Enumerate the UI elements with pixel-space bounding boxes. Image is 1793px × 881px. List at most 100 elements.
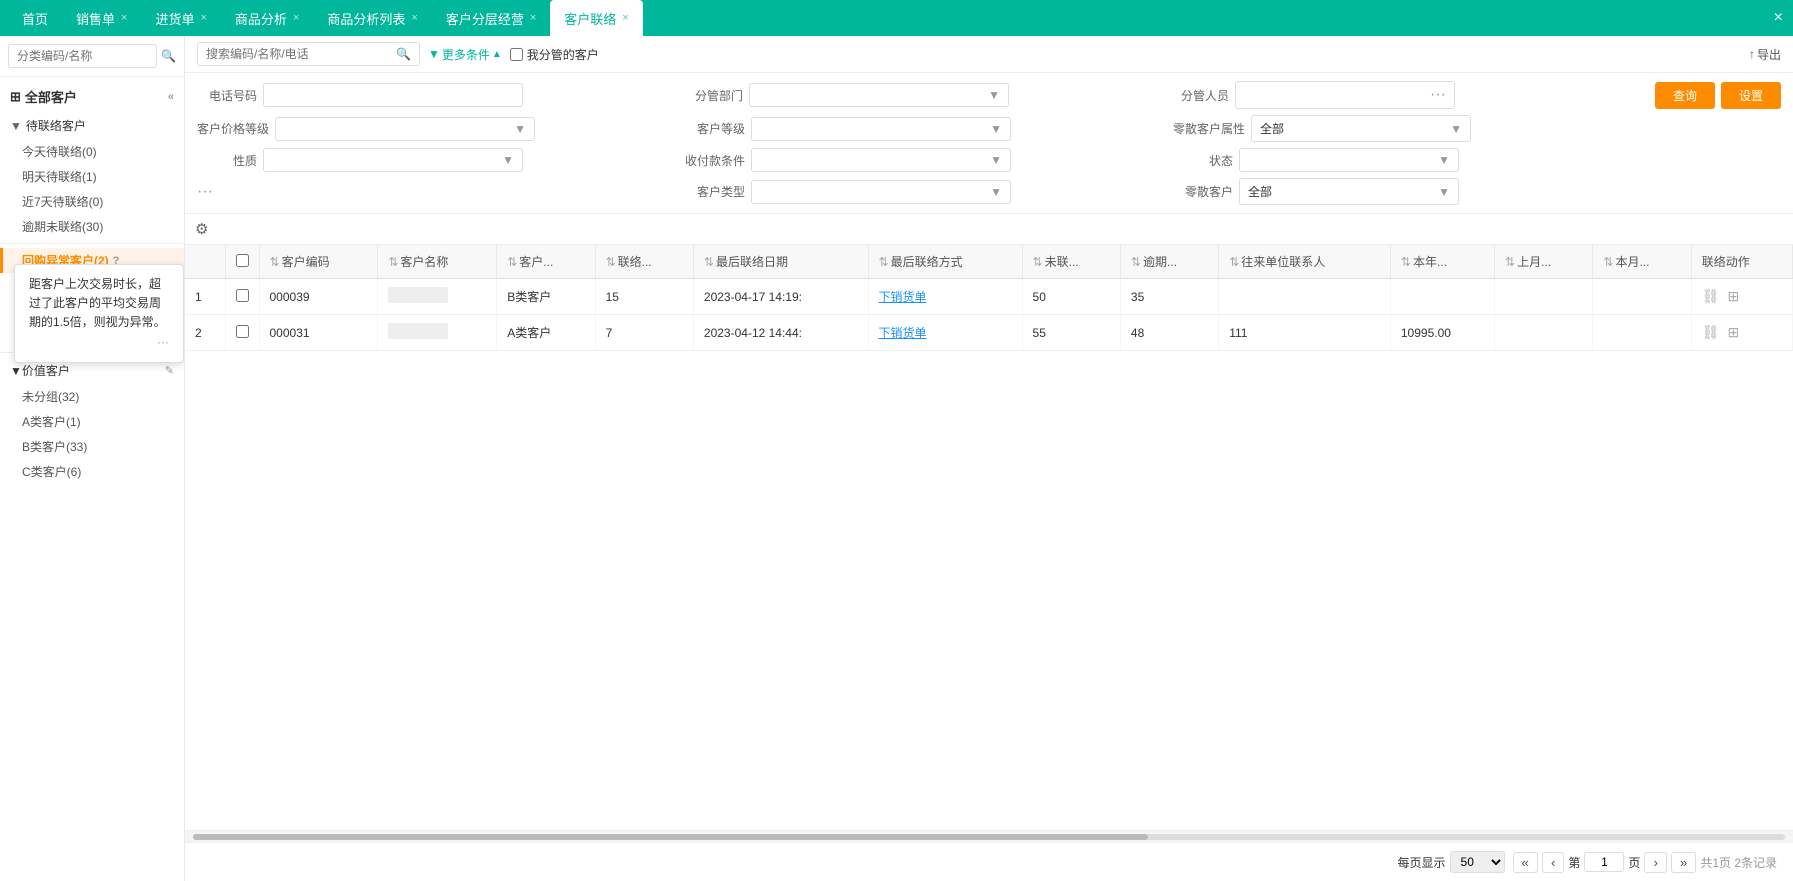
- arrow-down-icon-2: ▼: [10, 364, 22, 378]
- sidebar-item-a-customers[interactable]: A类客户(1): [0, 409, 184, 434]
- export-icon: ↑: [1749, 47, 1755, 61]
- scattered-attr-select[interactable]: 全部 ▼: [1251, 115, 1471, 142]
- my-customers-checkbox[interactable]: 我分管的客户: [510, 46, 599, 63]
- nav-customer-contact[interactable]: 客户联络 ×: [550, 0, 642, 36]
- cell-last-contact-method[interactable]: 下销货单: [868, 315, 1022, 351]
- sort-contacts-icon: ⇅: [1229, 255, 1239, 269]
- scattered-select[interactable]: 全部 ▼: [1239, 178, 1459, 205]
- action-link-icon[interactable]: ⛓: [1702, 324, 1720, 341]
- table-settings-gear-icon[interactable]: ⚙: [195, 220, 208, 238]
- sidebar-item-today-pending[interactable]: 今天待联络(0): [0, 139, 184, 164]
- col-current-month[interactable]: ⇅本月...: [1593, 245, 1691, 279]
- nav-sales-order[interactable]: 销售单 ×: [62, 0, 141, 36]
- status-select[interactable]: ▼: [1239, 148, 1459, 172]
- col-actions: 联络动作: [1691, 245, 1792, 279]
- nav-product-analysis[interactable]: 商品分析 ×: [221, 0, 313, 36]
- query-button[interactable]: 查询: [1655, 82, 1715, 109]
- nav-close-product-analysis-list[interactable]: ×: [411, 12, 417, 24]
- search-input[interactable]: [206, 47, 396, 61]
- nav-product-analysis-list[interactable]: 商品分析列表 ×: [313, 0, 431, 36]
- payment-select[interactable]: ▼: [751, 148, 1011, 172]
- row-checkbox-1[interactable]: [236, 325, 249, 338]
- sort-current-month-icon: ⇅: [1603, 255, 1613, 269]
- manager-dots-icon[interactable]: ···: [1430, 86, 1446, 104]
- scroll-thumb[interactable]: [193, 834, 1148, 840]
- manager-select[interactable]: ···: [1235, 81, 1455, 109]
- window-close-button[interactable]: ×: [1774, 9, 1783, 27]
- sidebar-item-7days-pending[interactable]: 近7天待联络(0): [0, 189, 184, 214]
- value-section-edit-icon[interactable]: ✎: [165, 364, 174, 377]
- settings-button[interactable]: 设置: [1721, 82, 1781, 109]
- col-no-contact-days[interactable]: ⇅未联...: [1022, 245, 1120, 279]
- customer-level-select[interactable]: ▼: [751, 117, 1011, 141]
- row-checkbox-0[interactable]: [236, 289, 249, 302]
- col-category[interactable]: ⇅客户...: [497, 245, 595, 279]
- col-contact-count[interactable]: ⇅联络...: [595, 245, 693, 279]
- col-last-contact-method[interactable]: ⇅最后联络方式: [868, 245, 1022, 279]
- export-button[interactable]: ↑ 导出: [1749, 46, 1781, 63]
- sidebar-item-c-customers[interactable]: C类客户(6): [0, 459, 184, 484]
- col-last-contact-date[interactable]: ⇅最后联络日期: [693, 245, 868, 279]
- customer-type-select[interactable]: ▼: [751, 180, 1011, 204]
- sidebar-item-overdue-pending[interactable]: 逾期未联络(30): [0, 214, 184, 239]
- sidebar-item-b-customers[interactable]: B类客户(33): [0, 434, 184, 459]
- nature-select[interactable]: ▼: [263, 148, 523, 172]
- more-conditions-button[interactable]: ▼ 更多条件 ▲: [428, 46, 502, 63]
- first-page-button[interactable]: «: [1513, 852, 1538, 873]
- col-checkbox: [225, 245, 259, 279]
- sidebar-search-icon[interactable]: 🔍: [161, 49, 176, 63]
- dept-select[interactable]: ▼: [749, 83, 1009, 107]
- search-icon[interactable]: 🔍: [396, 47, 411, 61]
- col-contacts[interactable]: ⇅往来单位联系人: [1219, 245, 1391, 279]
- per-page-select[interactable]: 50 20 100: [1450, 851, 1505, 873]
- sidebar-item-tomorrow-pending[interactable]: 明天待联络(1): [0, 164, 184, 189]
- sort-contact-count-icon: ⇅: [606, 255, 616, 269]
- nav-customer-tier[interactable]: 客户分层经营 ×: [432, 0, 550, 36]
- last-page-button[interactable]: »: [1671, 852, 1696, 873]
- col-overdue[interactable]: ⇅逾期...: [1120, 245, 1218, 279]
- page-number-input[interactable]: [1584, 852, 1624, 872]
- cell-last-contact-method[interactable]: 下销货单: [868, 279, 1022, 315]
- contact-method-link[interactable]: 下销货单: [879, 326, 927, 340]
- sidebar-search-input[interactable]: [8, 44, 157, 68]
- action-grid-icon[interactable]: ⊞: [1728, 324, 1740, 341]
- select-all-checkbox[interactable]: [236, 254, 249, 267]
- my-customers-check[interactable]: [510, 48, 523, 61]
- scattered-chevron-icon: ▼: [1438, 185, 1450, 199]
- nav-purchase-order[interactable]: 进货单 ×: [141, 0, 220, 36]
- action-grid-icon[interactable]: ⊞: [1728, 288, 1740, 305]
- nav-close-customer-tier[interactable]: ×: [530, 12, 536, 24]
- customer-table: ⇅客户编码 ⇅客户名称 ⇅客户... ⇅联络... ⇅最后联络日期 ⇅最后联络方…: [185, 245, 1793, 351]
- cell-checkbox[interactable]: [225, 315, 259, 351]
- dept-label: 分管部门: [683, 87, 743, 104]
- col-last-month[interactable]: ⇅上月...: [1495, 245, 1593, 279]
- scattered-attr-label: 零散客户属性: [1173, 120, 1245, 137]
- sort-category-icon: ⇅: [507, 255, 517, 269]
- col-current-year[interactable]: ⇅本年...: [1390, 245, 1494, 279]
- contact-method-link[interactable]: 下销货单: [879, 290, 927, 304]
- sidebar-all-customers[interactable]: ⊞ 全部客户 «: [0, 81, 184, 112]
- row4-dots-icon[interactable]: ···: [197, 183, 213, 201]
- horizontal-scrollbar[interactable]: [185, 830, 1793, 842]
- table-body: 1 000039 B类客户 15 2023-04-17 14:19: 下销货单 …: [185, 279, 1793, 351]
- cell-checkbox[interactable]: [225, 279, 259, 315]
- sidebar-pending-section[interactable]: ▼ 待联络客户: [0, 112, 184, 139]
- nav-close-purchase-order[interactable]: ×: [200, 12, 206, 24]
- sidebar-collapse-button[interactable]: «: [168, 91, 174, 103]
- pagination-bar: 每页显示 50 20 100 « ‹ 第 页 › » 共1页 2条记录: [185, 842, 1793, 881]
- prev-page-button[interactable]: ‹: [1542, 852, 1564, 873]
- price-level-select[interactable]: ▼: [275, 117, 535, 141]
- col-name[interactable]: ⇅客户名称: [378, 245, 497, 279]
- col-code[interactable]: ⇅客户编码: [259, 245, 378, 279]
- phone-input[interactable]: [263, 83, 523, 107]
- next-page-button[interactable]: ›: [1644, 852, 1666, 873]
- nav-close-sales-order[interactable]: ×: [121, 12, 127, 24]
- action-link-icon[interactable]: ⛓: [1702, 288, 1720, 305]
- arrow-down-icon: ▼: [10, 119, 22, 133]
- nav-close-customer-contact[interactable]: ×: [622, 12, 628, 24]
- tooltip-more-icon[interactable]: ···: [157, 333, 169, 352]
- sidebar-item-unclassified[interactable]: 未分组(32): [0, 384, 184, 409]
- nav-home[interactable]: 首页: [8, 0, 62, 36]
- nav-close-product-analysis[interactable]: ×: [293, 12, 299, 24]
- filter-cell-scattered: 零散客户 全部 ▼: [1173, 178, 1653, 205]
